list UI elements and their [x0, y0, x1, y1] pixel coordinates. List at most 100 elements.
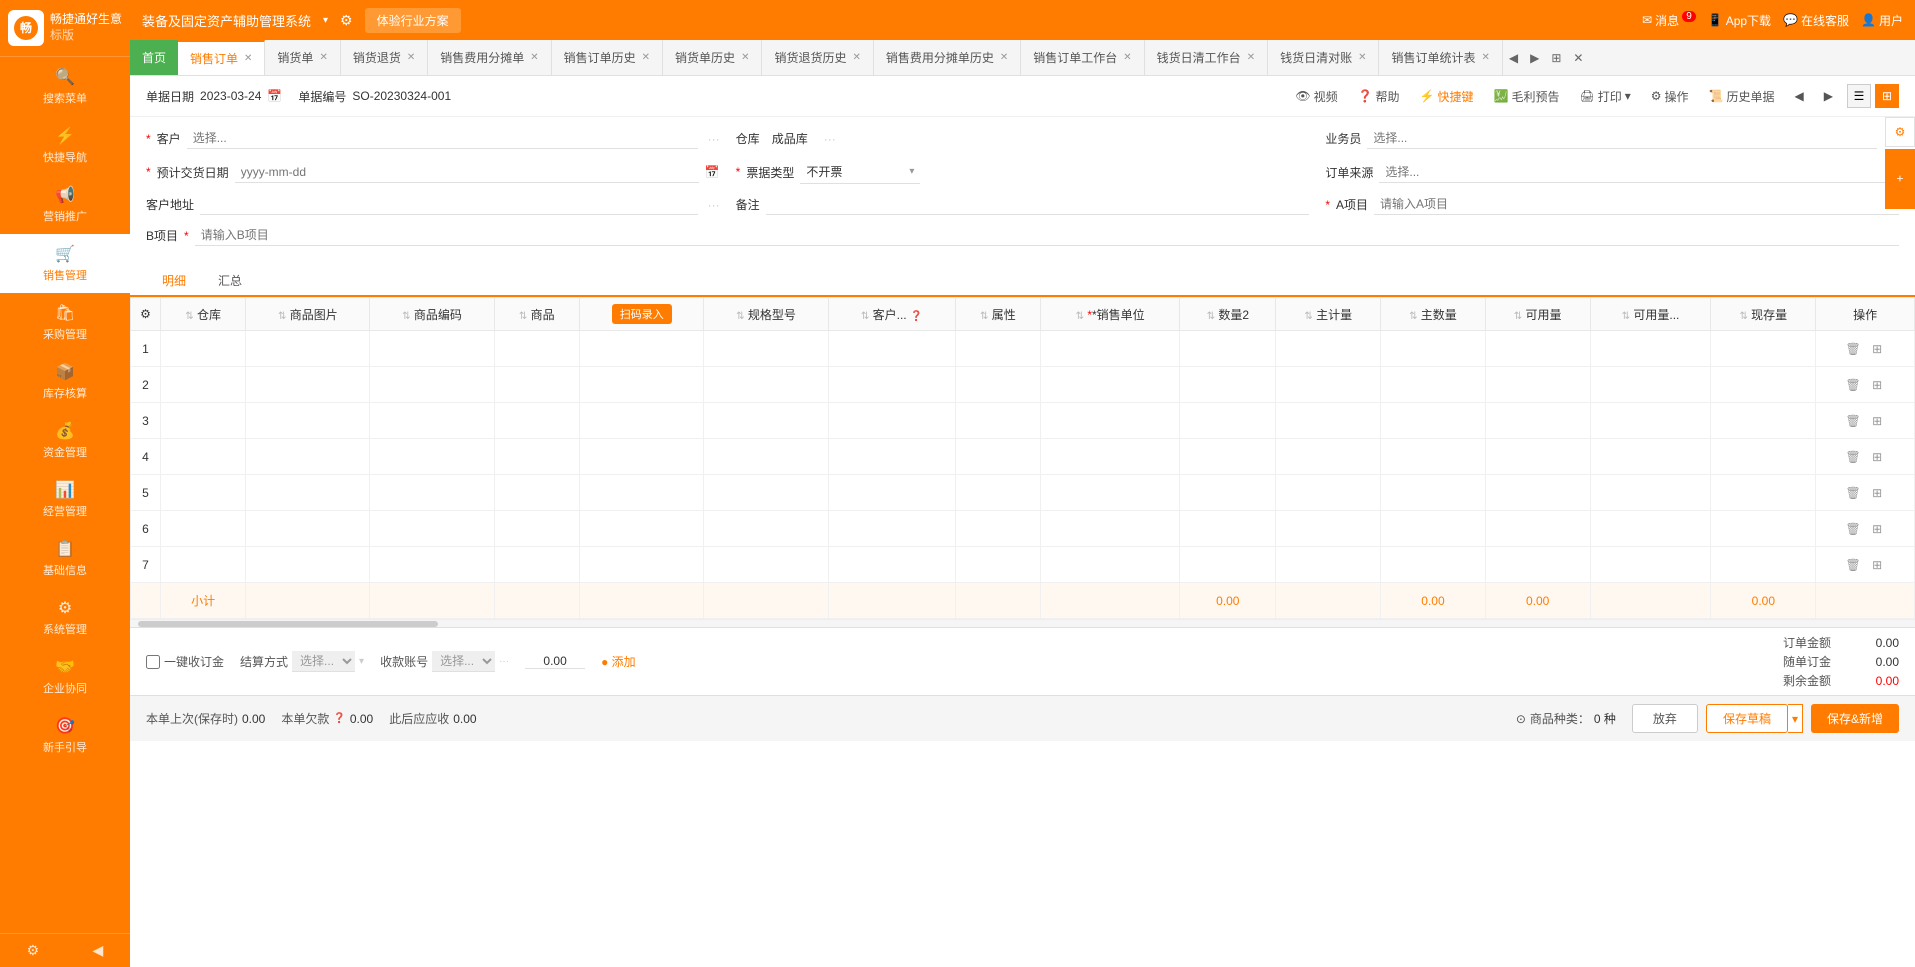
grid-view-btn[interactable]: ⊞ — [1875, 84, 1899, 108]
row-delete-btn[interactable]: 🗑 — [1843, 375, 1863, 395]
operations-action[interactable]: ⚙ 操作 — [1645, 86, 1695, 107]
tab-sales-return-history[interactable]: 销货退货历史 ✕ — [762, 40, 873, 76]
help-action[interactable]: ❓ 帮助 — [1352, 86, 1406, 107]
sidebar-item-basic-info[interactable]: 📋 基础信息 — [0, 529, 130, 588]
sidebar-item-purchase[interactable]: 🛍 采购管理 — [0, 293, 130, 352]
table-scrollbar[interactable] — [130, 619, 1915, 627]
sidebar-item-enterprise[interactable]: 🤝 企业协同 — [0, 647, 130, 706]
preview-action[interactable]: 👁 视频 — [1289, 86, 1343, 107]
row-copy-btn[interactable]: ⊞ — [1867, 339, 1887, 359]
invoice-type-select[interactable]: 不开票 ▾ — [800, 160, 920, 184]
tab-close-sales-workbench[interactable]: ✕ — [1123, 52, 1131, 63]
tab-sales-stats[interactable]: 销售订单统计表 ✕ — [1379, 40, 1502, 76]
float-add-item-btn[interactable]: + — [1885, 149, 1915, 209]
warehouse-dots[interactable]: ··· — [824, 132, 836, 146]
customer-dots[interactable]: ··· — [708, 132, 720, 146]
tab-sales-expense[interactable]: 销售费用分摊单 ✕ — [428, 40, 551, 76]
save-new-button[interactable]: 保存&新增 — [1811, 704, 1899, 733]
row-copy-btn[interactable]: ⊞ — [1867, 519, 1887, 539]
delivery-calendar-icon[interactable]: 📅 — [705, 165, 720, 179]
sidebar-item-operations[interactable]: 📊 经营管理 — [0, 470, 130, 529]
tab-close-cash-reconcile[interactable]: ✕ — [1358, 52, 1366, 63]
row-delete-btn[interactable]: 🗑 — [1843, 339, 1863, 359]
row-copy-btn[interactable]: ⊞ — [1867, 447, 1887, 467]
b-project-input[interactable] — [195, 225, 1899, 246]
row-delete-btn[interactable]: 🗑 — [1843, 519, 1863, 539]
tab-close-sales-goods-history[interactable]: ✕ — [741, 52, 749, 63]
tab-close-sales-expense-history[interactable]: ✕ — [1000, 52, 1008, 63]
profit-action[interactable]: 💹 毛利预告 — [1488, 86, 1566, 107]
shortcuts-action[interactable]: ⚡ 快捷键 — [1414, 86, 1480, 107]
tab-close-sales-expense[interactable]: ✕ — [530, 52, 538, 63]
sidebar-item-search[interactable]: 🔍 搜索菜单 — [0, 57, 130, 116]
tab-sales-return[interactable]: 销货退货 ✕ — [341, 40, 428, 76]
save-draft-dropdown-btn[interactable]: ▾ — [1788, 704, 1803, 733]
tab-cash-reconcile[interactable]: 钱货日清对账 ✕ — [1268, 40, 1379, 76]
settings-bottom-icon[interactable]: ⚙ — [27, 942, 40, 959]
row-copy-btn[interactable]: ⊞ — [1867, 483, 1887, 503]
tab-summary[interactable]: 汇总 — [202, 266, 258, 295]
tab-detail[interactable]: 明细 — [146, 266, 202, 297]
sidebar-item-inventory[interactable]: 📦 库存核算 — [0, 352, 130, 411]
row-delete-btn[interactable]: 🗑 — [1843, 411, 1863, 431]
salesperson-input[interactable] — [1367, 128, 1877, 149]
list-view-btn[interactable]: ☰ — [1847, 84, 1871, 108]
col-settings[interactable]: ⚙ — [131, 298, 161, 331]
tab-sales-goods[interactable]: 销货单 ✕ — [265, 40, 340, 76]
app-download-item[interactable]: 📱 App下载 — [1708, 12, 1771, 29]
scroll-thumb[interactable] — [138, 621, 438, 627]
tab-next-btn[interactable]: ▶ — [1524, 40, 1545, 76]
tab-close-sales-return-history[interactable]: ✕ — [852, 52, 860, 63]
tab-close-sales-goods[interactable]: ✕ — [319, 52, 327, 63]
row-copy-btn[interactable]: ⊞ — [1867, 555, 1887, 575]
receipt-amount-input[interactable] — [525, 654, 585, 669]
nav-next-action[interactable]: ▶ — [1818, 87, 1839, 105]
tab-home[interactable]: 首页 — [130, 40, 178, 76]
tab-close-sales-stats[interactable]: ✕ — [1482, 52, 1490, 63]
tab-sales-goods-history[interactable]: 销货单历史 ✕ — [663, 40, 762, 76]
tab-menu-btn[interactable]: ⊞ — [1545, 40, 1567, 76]
current-debt-info-icon[interactable]: ❓ — [333, 713, 345, 724]
system-dropdown-icon[interactable]: ▾ — [323, 15, 328, 26]
sidebar-item-quick-nav[interactable]: ⚡ 快捷导航 — [0, 116, 130, 175]
sidebar-item-finance[interactable]: 💰 资金管理 — [0, 411, 130, 470]
tab-cash-daily[interactable]: 钱货日清工作台 ✕ — [1145, 40, 1268, 76]
user-item[interactable]: 👤 用户 — [1861, 12, 1903, 29]
customer-address-input[interactable] — [200, 194, 698, 215]
tab-close-sales-order-history[interactable]: ✕ — [642, 52, 650, 63]
nav-prev-action[interactable]: ◀ — [1789, 87, 1810, 105]
sidebar-item-marketing[interactable]: 📢 营销推广 — [0, 175, 130, 234]
scan-entry-btn[interactable]: 扫码录入 — [612, 304, 672, 324]
tab-close-cash-daily[interactable]: ✕ — [1247, 52, 1255, 63]
tab-sales-order-history[interactable]: 销售订单历史 ✕ — [552, 40, 663, 76]
sidebar-item-system[interactable]: ⚙ 系统管理 — [0, 588, 130, 647]
online-service-item[interactable]: 💬 在线客服 — [1783, 12, 1849, 29]
order-source-input[interactable] — [1379, 162, 1899, 183]
row-copy-btn[interactable]: ⊞ — [1867, 375, 1887, 395]
receipt-dots[interactable]: ··· — [499, 656, 509, 667]
a-project-input[interactable] — [1374, 194, 1899, 215]
save-draft-button[interactable]: 保存草稿 — [1706, 704, 1788, 733]
collapse-icon[interactable]: ◀ — [93, 942, 104, 959]
tab-sales-expense-history[interactable]: 销售费用分摊单历史 ✕ — [874, 40, 1021, 76]
delivery-date-input[interactable] — [235, 162, 699, 183]
tab-close-sales-order[interactable]: ✕ — [244, 53, 252, 64]
row-delete-btn[interactable]: 🗑 — [1843, 447, 1863, 467]
sidebar-item-sales[interactable]: 🛒 销售管理 — [0, 234, 130, 293]
remarks-input[interactable] — [766, 194, 1310, 215]
receipt-account-select[interactable]: 选择... — [432, 651, 495, 672]
tab-close-all-btn[interactable]: ✕ — [1567, 40, 1589, 76]
message-item[interactable]: ✉ 消息 9 — [1642, 12, 1696, 29]
history-action[interactable]: 📜 历史单据 — [1703, 86, 1781, 107]
row-delete-btn[interactable]: 🗑 — [1843, 555, 1863, 575]
discard-button[interactable]: 放弃 — [1632, 704, 1698, 733]
print-action[interactable]: 🖨 打印 ▾ — [1574, 86, 1637, 107]
tab-close-sales-return[interactable]: ✕ — [407, 52, 415, 63]
add-receipt-btn[interactable]: ● 添加 — [601, 653, 636, 670]
quick-payment-checkbox[interactable] — [146, 655, 160, 669]
payment-method-select[interactable]: 选择... — [292, 651, 355, 672]
header-settings-icon[interactable]: ⚙ — [336, 8, 357, 33]
tab-sales-workbench[interactable]: 销售订单工作台 ✕ — [1021, 40, 1144, 76]
customer-input[interactable] — [187, 128, 698, 149]
calendar-icon[interactable]: 📅 — [267, 89, 282, 103]
